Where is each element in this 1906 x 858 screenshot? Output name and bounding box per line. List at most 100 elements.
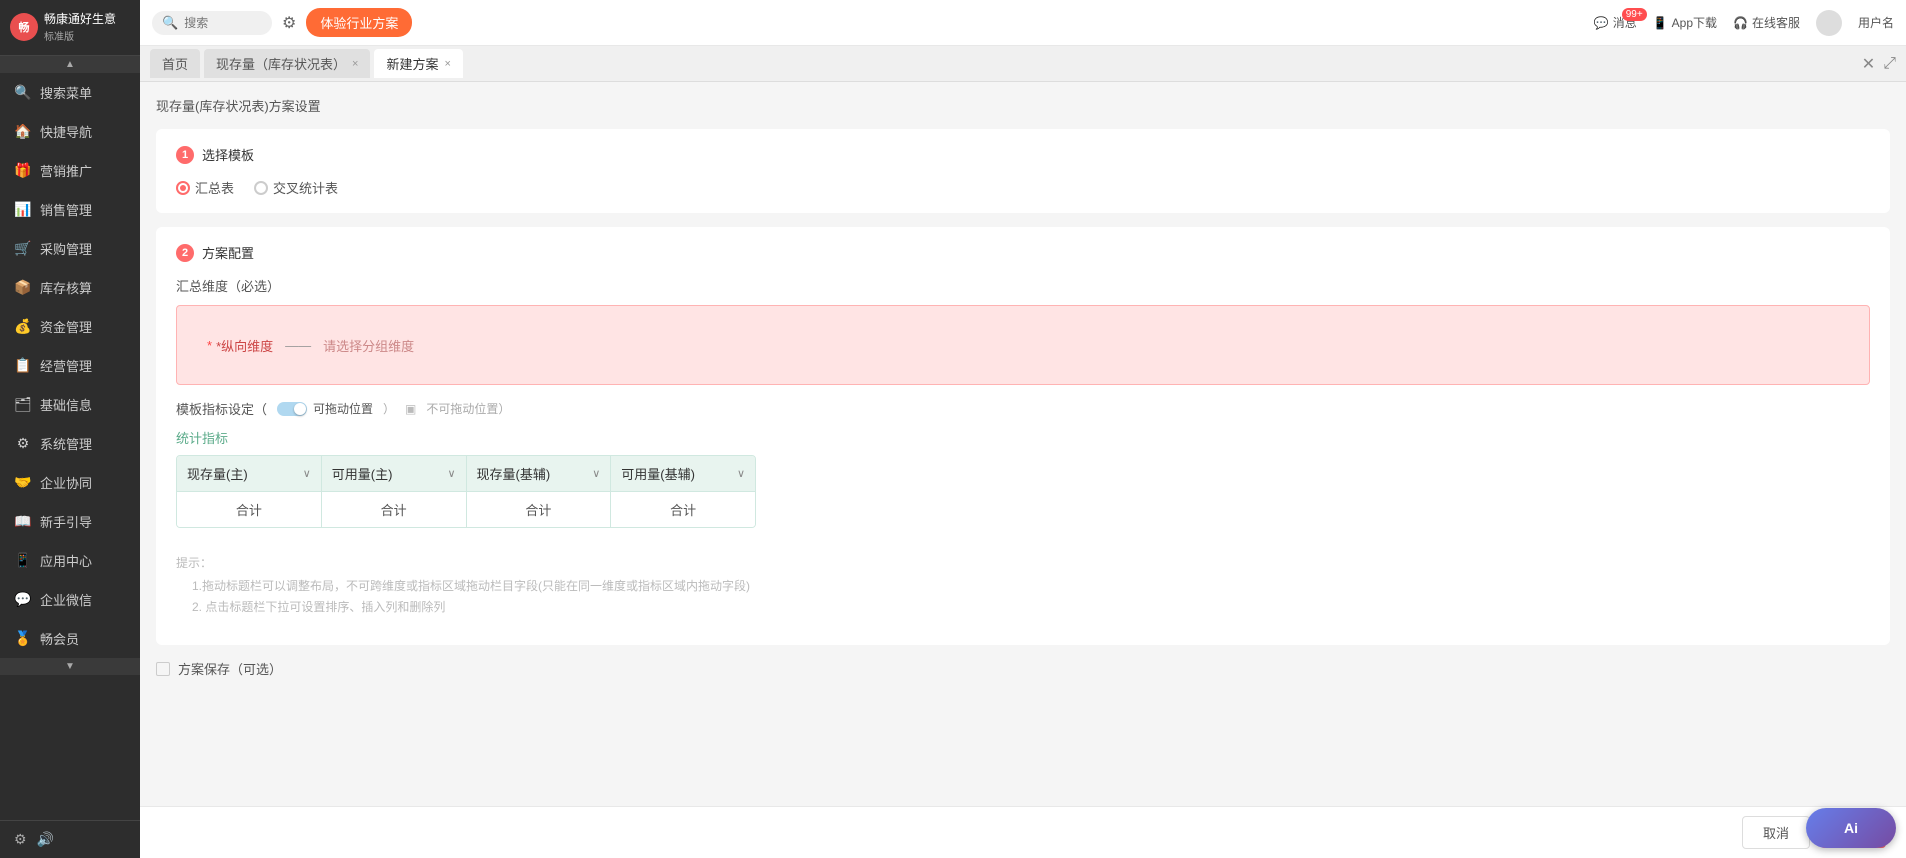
sidebar-item-operation[interactable]: 📋 经营管理 <box>0 346 140 385</box>
sidebar-item-cooperation[interactable]: 🤝 企业协同 <box>0 463 140 502</box>
no-drag-indicator: ▣ <box>405 402 416 416</box>
sidebar-item-membership[interactable]: 🏅 畅会员 <box>0 619 140 658</box>
sidebar-item-guide[interactable]: 📖 新手引导 <box>0 502 140 541</box>
operation-icon: 📋 <box>14 356 32 374</box>
stats-section: 统计指标 现存量(主) ∨ 可用量(主) ∨ 现存量(基辅) <box>176 428 1870 528</box>
sidebar-item-label: 库存核算 <box>40 278 92 297</box>
chevron-icon-0: ∨ <box>303 467 311 480</box>
online-service-btn[interactable]: 🎧 在线客服 <box>1733 14 1800 31</box>
dimension-title: 汇总维度（必选） <box>176 276 1870 295</box>
radio-cross[interactable]: 交叉统计表 <box>254 178 338 197</box>
sales-icon: 📊 <box>14 200 32 218</box>
tab-new-plan[interactable]: 新建方案 × <box>374 49 462 78</box>
sidebar-item-basic-info[interactable]: 🗂 基础信息 <box>0 385 140 424</box>
gear-icon[interactable]: ⚙ <box>282 13 296 33</box>
tab-new-plan-close[interactable]: × <box>444 58 450 70</box>
finance-icon: 💰 <box>14 317 32 335</box>
app-download-btn[interactable]: 📱 App下载 <box>1653 14 1717 31</box>
sidebar-item-label: 畅会员 <box>40 629 79 648</box>
sidebar-item-app-center[interactable]: 📱 应用中心 <box>0 541 140 580</box>
sidebar-item-label: 营销推广 <box>40 161 92 180</box>
sidebar-item-finance[interactable]: 💰 资金管理 <box>0 307 140 346</box>
topbar: 🔍 ⚙ 体验行业方案 💬 消息 99+ 📱 App下载 🎧 在线客服 用户名 <box>140 0 1906 46</box>
sidebar-item-purchase[interactable]: 🛒 采购管理 <box>0 229 140 268</box>
purchase-icon: 🛒 <box>14 239 32 257</box>
ai-float-button[interactable]: Ai <box>1806 808 1896 848</box>
close-window-btn[interactable]: ✕ <box>1862 54 1875 74</box>
sidebar-item-label: 资金管理 <box>40 317 92 336</box>
app-edition: 标准版 <box>44 28 116 43</box>
search-box[interactable]: 🔍 <box>152 11 272 35</box>
stats-cell-0-1: 合计 <box>322 492 467 527</box>
messages-badge: 99+ <box>1622 8 1647 21</box>
save-checkbox[interactable] <box>156 662 170 676</box>
radio-cross-dot <box>254 181 268 195</box>
guide-icon: 📖 <box>14 512 32 530</box>
sidebar-item-inventory[interactable]: 📦 库存核算 <box>0 268 140 307</box>
sidebar-item-label: 应用中心 <box>40 551 92 570</box>
step2-num: 2 <box>176 244 194 262</box>
sidebar-item-label: 企业微信 <box>40 590 92 609</box>
tab-home[interactable]: 首页 <box>150 49 200 78</box>
sidebar-bottom: ⚙ 🔊 <box>0 820 140 858</box>
marketing-icon: 🎁 <box>14 161 32 179</box>
topbar-right: 💬 消息 99+ 📱 App下载 🎧 在线客服 用户名 <box>1594 10 1894 36</box>
tab-inventory-close[interactable]: × <box>352 58 358 70</box>
cancel-button[interactable]: 取消 <box>1742 816 1810 849</box>
username-label[interactable]: 用户名 <box>1858 14 1894 31</box>
sidebar-item-search-menu[interactable]: 🔍 搜索菜单 <box>0 73 140 112</box>
basic-info-icon: 🗂 <box>14 395 32 413</box>
app-logo: 畅 畅康通好生意 标准版 <box>0 0 140 56</box>
chevron-icon-2: ∨ <box>592 467 600 480</box>
search-icon: 🔍 <box>162 15 178 31</box>
dimension-dash: —— <box>285 338 311 353</box>
radio-summary[interactable]: 汇总表 <box>176 178 234 197</box>
headset-icon: 🎧 <box>1733 16 1748 30</box>
sidebar-item-wechat[interactable]: 💬 企业微信 <box>0 580 140 619</box>
fullscreen-btn[interactable]: ⤢ <box>1883 54 1896 74</box>
tab-home-label: 首页 <box>162 54 188 73</box>
dimension-area[interactable]: * *纵向维度 —— 请选择分组维度 <box>176 305 1870 385</box>
stats-col-2[interactable]: 现存量(基辅) ∨ <box>467 456 612 491</box>
drag-label: 可拖动位置 <box>313 400 373 417</box>
tab-inventory[interactable]: 现存量（库存状况表） × <box>204 49 370 78</box>
separator-text: ） <box>383 400 395 417</box>
stats-col-label-2: 现存量(基辅) <box>477 464 551 483</box>
messages-btn[interactable]: 💬 消息 99+ <box>1594 14 1637 31</box>
bottom-bar: 取消 查询 <box>140 806 1906 858</box>
indicator-settings-title: 模板指标设定（ <box>176 399 267 418</box>
system-icon: ⚙ <box>14 434 32 452</box>
stats-col-0[interactable]: 现存量(主) ∨ <box>177 456 322 491</box>
chevron-icon-1: ∨ <box>447 467 455 480</box>
sound-icon[interactable]: 🔊 <box>37 831 54 848</box>
no-drag-label: 不可拖动位置） <box>426 400 510 417</box>
quick-nav-icon: 🏠 <box>14 122 32 140</box>
page-title: 现存量(库存状况表)方案设置 <box>156 96 1890 115</box>
sidebar-scroll-up[interactable]: ▲ <box>0 56 140 73</box>
stats-header: 现存量(主) ∨ 可用量(主) ∨ 现存量(基辅) ∨ 可用量(基辅) <box>177 456 755 491</box>
stats-col-3[interactable]: 可用量(基辅) ∨ <box>611 456 755 491</box>
stats-col-label-0: 现存量(主) <box>187 464 248 483</box>
trial-btn[interactable]: 体验行业方案 <box>306 8 412 37</box>
sidebar-item-quick-nav[interactable]: 🏠 快捷导航 <box>0 112 140 151</box>
step2-header: 2 方案配置 <box>176 243 1870 262</box>
settings-icon[interactable]: ⚙ <box>14 831 27 848</box>
sidebar-item-sales[interactable]: 📊 销售管理 <box>0 190 140 229</box>
sidebar-item-marketing[interactable]: 🎁 营销推广 <box>0 151 140 190</box>
sidebar-item-label: 快捷导航 <box>40 122 92 141</box>
search-input[interactable] <box>184 16 264 30</box>
ai-label: Ai <box>1844 820 1858 836</box>
step2-title: 方案配置 <box>202 243 254 262</box>
sidebar-item-label: 采购管理 <box>40 239 92 258</box>
step1-num: 1 <box>176 146 194 164</box>
sidebar-scroll-down[interactable]: ▼ <box>0 658 140 675</box>
user-avatar[interactable] <box>1816 10 1842 36</box>
sidebar-item-label: 经营管理 <box>40 356 92 375</box>
toggle-box[interactable] <box>277 402 307 416</box>
app-center-icon: 📱 <box>14 551 32 569</box>
stats-col-1[interactable]: 可用量(主) ∨ <box>322 456 467 491</box>
dimension-label: *纵向维度 <box>216 336 273 355</box>
drag-toggle[interactable]: 可拖动位置 <box>277 400 373 417</box>
sidebar-item-system[interactable]: ⚙ 系统管理 <box>0 424 140 463</box>
chevron-icon-3: ∨ <box>737 467 745 480</box>
